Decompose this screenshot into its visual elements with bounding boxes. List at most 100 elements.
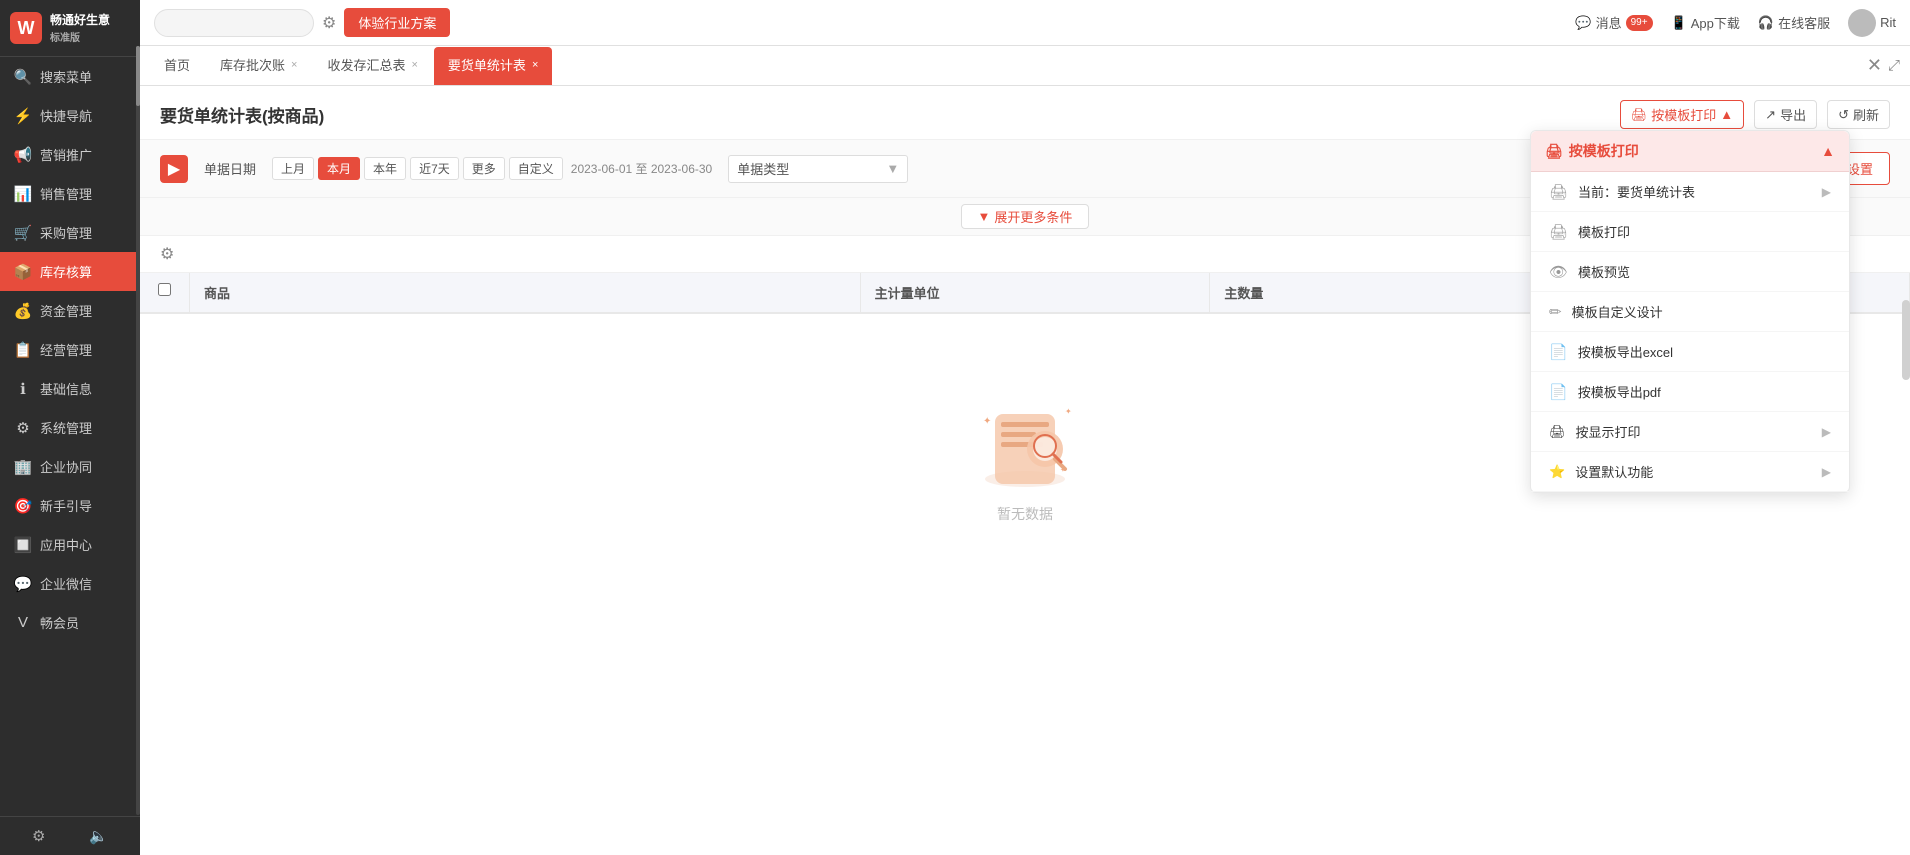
sidebar-label-finance: 资金管理 <box>40 301 92 320</box>
tab-inventory-batch-close[interactable]: × <box>291 59 297 71</box>
table-settings-icon[interactable]: ⚙ <box>160 244 174 264</box>
dropdown-template-design[interactable]: ✏ 模板自定义设计 <box>1531 292 1849 332</box>
display-print-icon: 🖨 <box>1549 424 1566 440</box>
sidebar-item-sales[interactable]: 📊 销售管理 <box>0 174 140 213</box>
chevron-right-icon: ▶ <box>1822 185 1831 199</box>
dropdown-display-print[interactable]: 🖨 按显示打印 ▶ <box>1531 412 1849 452</box>
app-download-btn[interactable]: 📱 App下载 <box>1671 13 1740 32</box>
svg-text:✦: ✦ <box>983 416 991 427</box>
sidebar-item-search[interactable]: 🔍 搜索菜单 <box>0 57 140 96</box>
topbar-search[interactable] <box>154 9 314 37</box>
page-title: 要货单统计表(按商品) <box>160 102 324 127</box>
filter-toggle-btn[interactable]: ▶ <box>160 155 188 183</box>
template-print-btn[interactable]: 🖨 按模板打印 ▲ <box>1620 100 1744 129</box>
sidebar-item-member[interactable]: V 畅会员 <box>0 603 140 642</box>
dropdown-export-excel-label: 按模板导出excel <box>1578 342 1831 361</box>
chevron-up-icon2[interactable]: ▲ <box>1821 143 1835 159</box>
sidebar-label-quicknav: 快捷导航 <box>40 106 92 125</box>
date-btn-this-year[interactable]: 本年 <box>364 157 406 180</box>
purchase-icon: 🛒 <box>14 224 32 242</box>
tabs-actions: ✕ ⤢ <box>1867 55 1910 76</box>
export-btn[interactable]: ↗ 导出 <box>1754 100 1817 129</box>
sidebar-item-appstore[interactable]: 🔲 应用中心 <box>0 525 140 564</box>
user-avatar <box>1848 9 1876 37</box>
refresh-btn[interactable]: ↺ 刷新 <box>1827 100 1890 129</box>
right-scroll-bar <box>1902 300 1910 380</box>
enterprise-icon: 🏢 <box>14 458 32 476</box>
filter-type-select[interactable]: 单据类型 ▼ <box>728 155 908 183</box>
wechat-icon: 💬 <box>14 575 32 593</box>
tab-maximize-btn[interactable]: ⤢ <box>1888 57 1900 74</box>
sidebar-label-basic: 基础信息 <box>40 379 92 398</box>
dropdown-template-print[interactable]: 🖨 模板打印 <box>1531 212 1849 252</box>
date-btn-more[interactable]: 更多 <box>463 157 505 180</box>
date-btn-this-month[interactable]: 本月 <box>318 157 360 180</box>
dropdown-display-print-label: 按显示打印 <box>1576 422 1641 441</box>
sidebar-item-operation[interactable]: 📋 经营管理 <box>0 330 140 369</box>
dropdown-export-excel[interactable]: 📄 按模板导出excel <box>1531 332 1849 372</box>
date-btn-7days[interactable]: 近7天 <box>410 157 459 180</box>
expand-more-label: 展开更多条件 <box>994 207 1072 226</box>
online-service-btn[interactable]: 🎧 在线客服 <box>1758 13 1830 32</box>
refresh-icon: ↺ <box>1838 107 1849 123</box>
messages-icon: 💬 <box>1575 15 1591 31</box>
quicknav-icon: ⚡ <box>14 107 32 125</box>
sidebar-bottom: ⚙ 🔈 <box>0 816 140 855</box>
sidebar-item-newguide[interactable]: 🎯 新手引导 <box>0 486 140 525</box>
dropdown-current-template[interactable]: 🖨 当前：要货单统计表 ▶ <box>1531 172 1849 212</box>
online-service-label: 在线客服 <box>1778 13 1830 32</box>
dropdown-panel: 🖨 按模板打印 ▲ 🖨 当前：要货单统计表 ▶ 🖨 模板打印 👁 模板预览 ✏ … <box>1530 130 1850 493</box>
date-btn-prev-month[interactable]: 上月 <box>272 157 314 180</box>
select-all-checkbox[interactable] <box>158 283 171 296</box>
filter-date-group: 上月 本月 本年 近7天 更多 自定义 2023-06-01 至 2023-06… <box>272 157 712 180</box>
sidebar-label-wechat: 企业微信 <box>40 574 92 593</box>
sidebar-scroll-thumb[interactable] <box>136 46 140 106</box>
sidebar-item-finance[interactable]: 💰 资金管理 <box>0 291 140 330</box>
sidebar-label-marketing: 营销推广 <box>40 145 92 164</box>
topbar-left: ⚙ 体验行业方案 <box>154 8 450 37</box>
experience-btn[interactable]: 体验行业方案 <box>344 8 450 37</box>
tabs-bar: 首页 库存批次账 × 收发存汇总表 × 要货单统计表 × ✕ ⤢ <box>140 46 1910 86</box>
sidebar-item-purchase[interactable]: 🛒 采购管理 <box>0 213 140 252</box>
tab-home[interactable]: 首页 <box>150 47 204 85</box>
th-product: 商品 <box>190 273 861 312</box>
dropdown-export-pdf[interactable]: 📄 按模板导出pdf <box>1531 372 1849 412</box>
logo-icon: W <box>10 12 42 44</box>
newguide-icon: 🎯 <box>14 497 32 515</box>
sound-icon[interactable]: 🔈 <box>89 827 108 845</box>
tab-receipt-summary-close[interactable]: × <box>411 59 417 71</box>
sidebar-item-marketing[interactable]: 📢 营销推广 <box>0 135 140 174</box>
tab-order-stat-close[interactable]: × <box>532 59 538 71</box>
th-qty: 主数量 <box>1210 273 1560 312</box>
sidebar-label-system: 系统管理 <box>40 418 92 437</box>
dropdown-header-right: ▲ <box>1821 143 1835 159</box>
dropdown-header-left: 🖨 按模板打印 <box>1545 141 1639 161</box>
messages-btn[interactable]: 💬 消息 99+ <box>1575 13 1652 32</box>
user-avatar-area[interactable]: Rit <box>1848 9 1896 37</box>
export-label: 导出 <box>1780 105 1806 124</box>
tab-inventory-batch[interactable]: 库存批次账 × <box>206 47 311 85</box>
tab-receipt-summary[interactable]: 收发存汇总表 × <box>313 47 431 85</box>
dropdown-header: 🖨 按模板打印 ▲ <box>1531 131 1849 172</box>
sidebar-item-quicknav[interactable]: ⚡ 快捷导航 <box>0 96 140 135</box>
dropdown-template-preview[interactable]: 👁 模板预览 <box>1531 252 1849 292</box>
dropdown-template-preview-label: 模板预览 <box>1578 262 1831 281</box>
sidebar-item-wechat[interactable]: 💬 企业微信 <box>0 564 140 603</box>
tab-order-stat[interactable]: 要货单统计表 × <box>434 47 552 85</box>
date-btn-custom[interactable]: 自定义 <box>509 157 563 180</box>
tab-receipt-summary-label: 收发存汇总表 <box>327 55 405 74</box>
dropdown-set-default[interactable]: ⭐ 设置默认功能 ▶ <box>1531 452 1849 492</box>
sidebar-item-system[interactable]: ⚙ 系统管理 <box>0 408 140 447</box>
template-print-label: 按模板打印 <box>1651 105 1716 124</box>
chevron-down-icon2: ▼ <box>978 209 991 224</box>
sidebar-item-inventory[interactable]: 📦 库存核算 <box>0 252 140 291</box>
sidebar-item-basic[interactable]: ℹ 基础信息 <box>0 369 140 408</box>
topbar-gear-icon[interactable]: ⚙ <box>322 13 336 33</box>
expand-more-btn[interactable]: ▼ 展开更多条件 <box>961 204 1090 229</box>
tab-close-all-btn[interactable]: ✕ <box>1867 55 1882 76</box>
dropdown-export-pdf-label: 按模板导出pdf <box>1578 382 1831 401</box>
sidebar-item-enterprise[interactable]: 🏢 企业协同 <box>0 447 140 486</box>
sidebar-logo: W 畅通好生意 标准版 <box>0 0 140 57</box>
settings-bottom-icon[interactable]: ⚙ <box>32 827 45 845</box>
sidebar-label-operation: 经营管理 <box>40 340 92 359</box>
